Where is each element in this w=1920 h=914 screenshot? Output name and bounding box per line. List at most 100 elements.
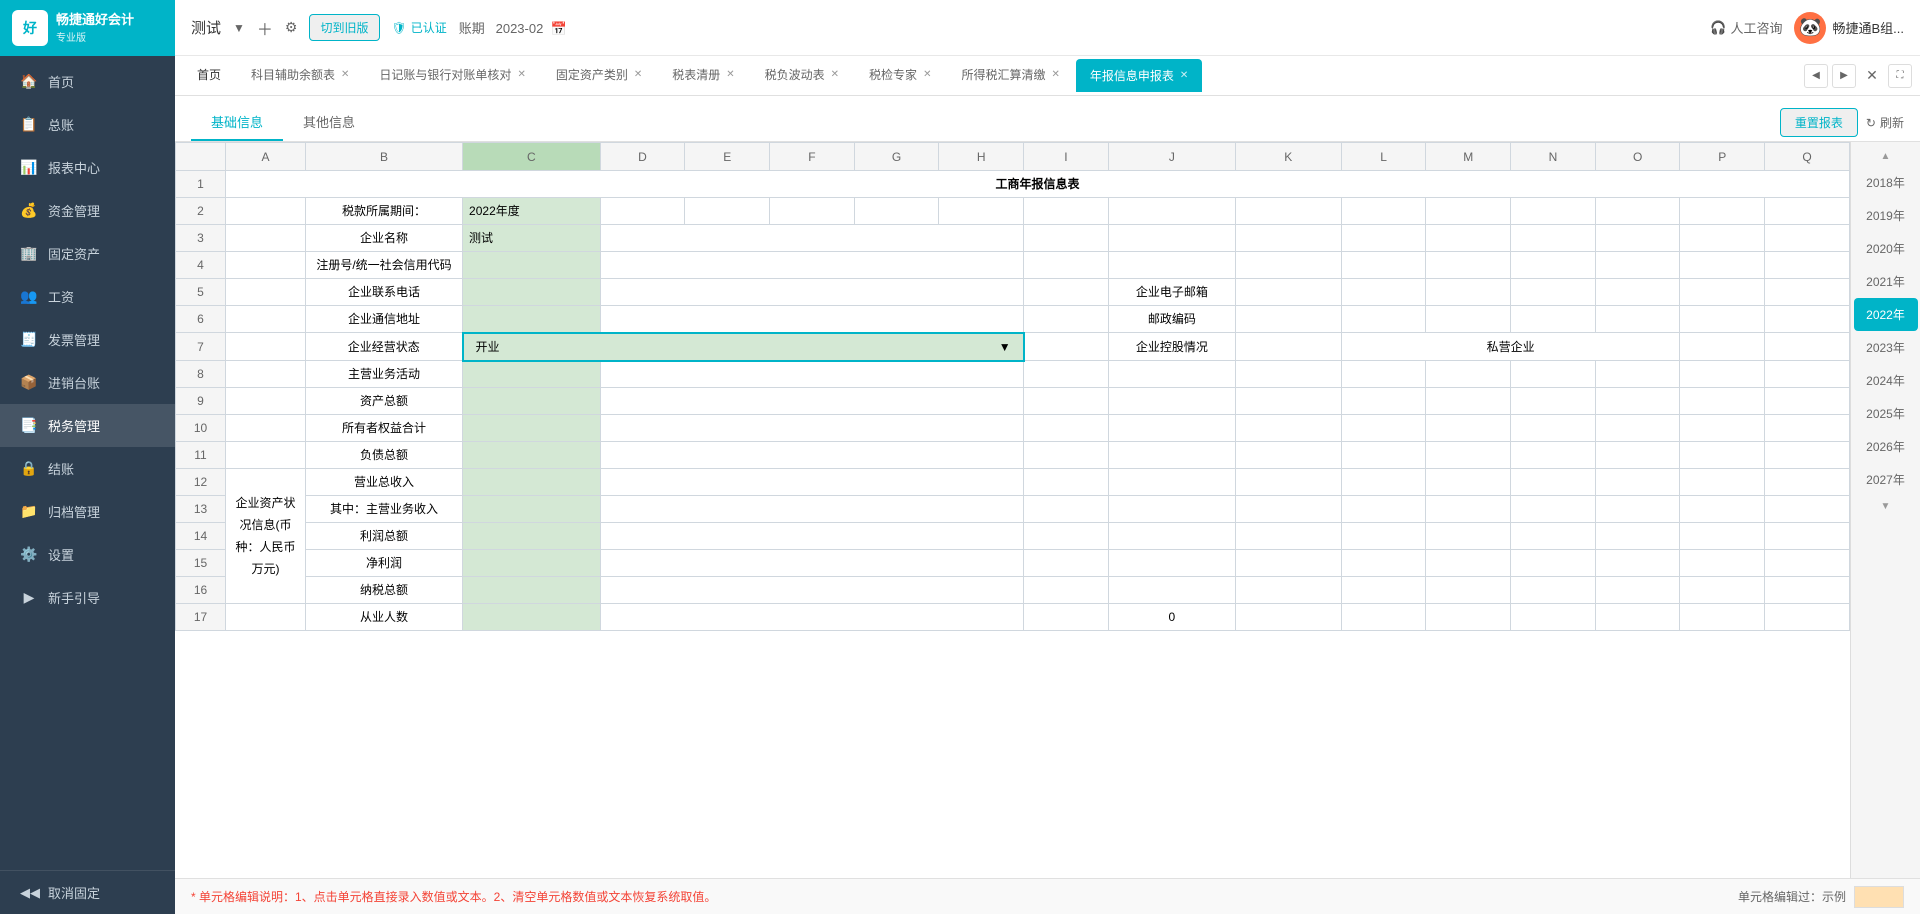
cell-10c[interactable] [463,415,601,442]
year-2024[interactable]: 2024年 [1854,364,1918,397]
tab-prev-button[interactable]: ◀ [1804,64,1828,88]
cell-12c[interactable] [463,469,601,496]
col-header-q[interactable]: Q [1765,143,1850,171]
consult-button[interactable]: 🎧 人工咨询 [1710,18,1782,37]
cell-9a [226,388,306,415]
cell-8b: 主营业务活动 [306,361,463,388]
refresh-button[interactable]: ↻ 刷新 [1866,114,1904,131]
sidebar-item-closing[interactable]: 🔒 结账 [0,447,175,490]
close-tab-annual-report[interactable]: ✕ [1180,70,1188,81]
close-tab-tax-risk[interactable]: ✕ [831,69,839,80]
cell-17b: 从业人数 [306,604,463,631]
close-all-tabs-button[interactable]: ✕ [1860,64,1884,88]
close-tab-aux-balance[interactable]: ✕ [341,69,349,80]
sidebar-item-home[interactable]: 🏠 首页 [0,60,175,103]
dropdown-arrow[interactable]: ▼ [999,336,1011,358]
cell-14c[interactable] [463,523,601,550]
cell-12j [1108,469,1235,496]
tab-tax-expert[interactable]: 税检专家 ✕ [855,58,945,93]
reset-report-button[interactable]: 重置报表 [1780,108,1858,137]
tab-home[interactable]: 首页 [183,58,235,93]
cell-8c[interactable] [463,361,601,388]
close-tab-tax-expert[interactable]: ✕ [923,69,931,80]
year-2026[interactable]: 2026年 [1854,430,1918,463]
col-header-p[interactable]: P [1680,143,1765,171]
cell-6k[interactable] [1235,306,1341,333]
cancel-fix-button[interactable]: ◀◀ 取消固定 [0,870,175,914]
sidebar-item-archive[interactable]: 📁 归档管理 [0,490,175,533]
col-header-e[interactable]: E [685,143,770,171]
sidebar-item-inventory[interactable]: 📦 进销台账 [0,361,175,404]
col-header-g[interactable]: G [854,143,939,171]
cell-4c[interactable] [463,252,601,279]
cell-17c[interactable] [463,604,601,631]
year-2021[interactable]: 2021年 [1854,265,1918,298]
cell-3c[interactable]: 测试 [463,225,601,252]
year-scroll-up[interactable]: ▲ [1874,146,1898,166]
settings-icon[interactable]: ⚙ [285,19,298,36]
cell-13q [1765,496,1850,523]
sidebar-item-payroll[interactable]: 👥 工资 [0,275,175,318]
col-header-d[interactable]: D [600,143,685,171]
year-scroll-down[interactable]: ▼ [1874,496,1898,516]
year-2027[interactable]: 2027年 [1854,463,1918,496]
col-header-a[interactable]: A [226,143,306,171]
col-header-o[interactable]: O [1595,143,1680,171]
close-tab-income-tax[interactable]: ✕ [1051,69,1059,80]
sidebar-item-settings[interactable]: ⚙️ 设置 [0,533,175,576]
sub-tab-basic[interactable]: 基础信息 [191,104,283,141]
col-header-i[interactable]: I [1024,143,1109,171]
tab-tax-return[interactable]: 税表清册 ✕ [658,58,748,93]
tab-aux-balance[interactable]: 科目辅助余额表 ✕ [237,58,363,93]
tab-journal-bank[interactable]: 日记账与银行对账单核对 ✕ [365,58,539,93]
cell-5c[interactable] [463,279,601,306]
company-dropdown-icon[interactable]: ▼ [233,21,245,35]
col-header-l[interactable]: L [1341,143,1426,171]
sidebar-item-funds[interactable]: 💰 资金管理 [0,189,175,232]
expand-button[interactable]: ⛶ [1888,64,1912,88]
col-header-k[interactable]: K [1235,143,1341,171]
cell-2c[interactable]: 2022年度 [463,198,601,225]
year-2018[interactable]: 2018年 [1854,166,1918,199]
tab-tax-risk[interactable]: 税负波动表 ✕ [751,58,853,93]
cell-6c[interactable] [463,306,601,333]
tab-fixed-asset-type[interactable]: 固定资产类别 ✕ [542,58,656,93]
cell-9c[interactable] [463,388,601,415]
sidebar-item-guide[interactable]: ▶ 新手引导 [0,576,175,619]
close-tab-journal-bank[interactable]: ✕ [517,69,525,80]
cell-11c[interactable] [463,442,601,469]
col-header-m[interactable]: M [1426,143,1511,171]
col-header-b[interactable]: B [306,143,463,171]
spreadsheet-container[interactable]: A B C D E F G H I J K L M [175,142,1850,878]
cell-16c[interactable] [463,577,601,604]
col-header-f[interactable]: F [770,143,855,171]
cell-7c-dropdown[interactable]: 开业 ▼ [463,333,1024,361]
col-header-j[interactable]: J [1108,143,1235,171]
close-tab-fixed-asset-type[interactable]: ✕ [634,69,642,80]
old-version-button[interactable]: 切到旧版 [309,14,379,41]
year-2019[interactable]: 2019年 [1854,199,1918,232]
sidebar-item-tax[interactable]: 📑 税务管理 [0,404,175,447]
cell-13c[interactable] [463,496,601,523]
cell-15c[interactable] [463,550,601,577]
year-2022[interactable]: 2022年 [1854,298,1918,331]
tab-next-button[interactable]: ▶ [1832,64,1856,88]
col-header-n[interactable]: N [1511,143,1596,171]
sidebar-item-reports[interactable]: 📊 报表中心 [0,146,175,189]
col-header-h[interactable]: H [939,143,1024,171]
tab-income-tax[interactable]: 所得税汇算清缴 ✕ [947,58,1073,93]
year-2023[interactable]: 2023年 [1854,331,1918,364]
close-tab-tax-return[interactable]: ✕ [726,69,734,80]
col-header-c[interactable]: C [463,143,601,171]
add-tab-button[interactable]: ＋ [257,16,273,40]
tab-annual-report[interactable]: 年报信息申报表 ✕ [1076,59,1202,92]
sidebar-item-ledger[interactable]: 📋 总账 [0,103,175,146]
sidebar-item-fixed-assets[interactable]: 🏢 固定资产 [0,232,175,275]
sidebar-item-invoices[interactable]: 🧾 发票管理 [0,318,175,361]
year-2020[interactable]: 2020年 [1854,232,1918,265]
cell-5k[interactable] [1235,279,1341,306]
cell-11b: 负债总额 [306,442,463,469]
sub-tab-other[interactable]: 其他信息 [283,104,375,141]
year-2025[interactable]: 2025年 [1854,397,1918,430]
user-menu[interactable]: 🐼 畅捷通B组... [1794,12,1904,44]
